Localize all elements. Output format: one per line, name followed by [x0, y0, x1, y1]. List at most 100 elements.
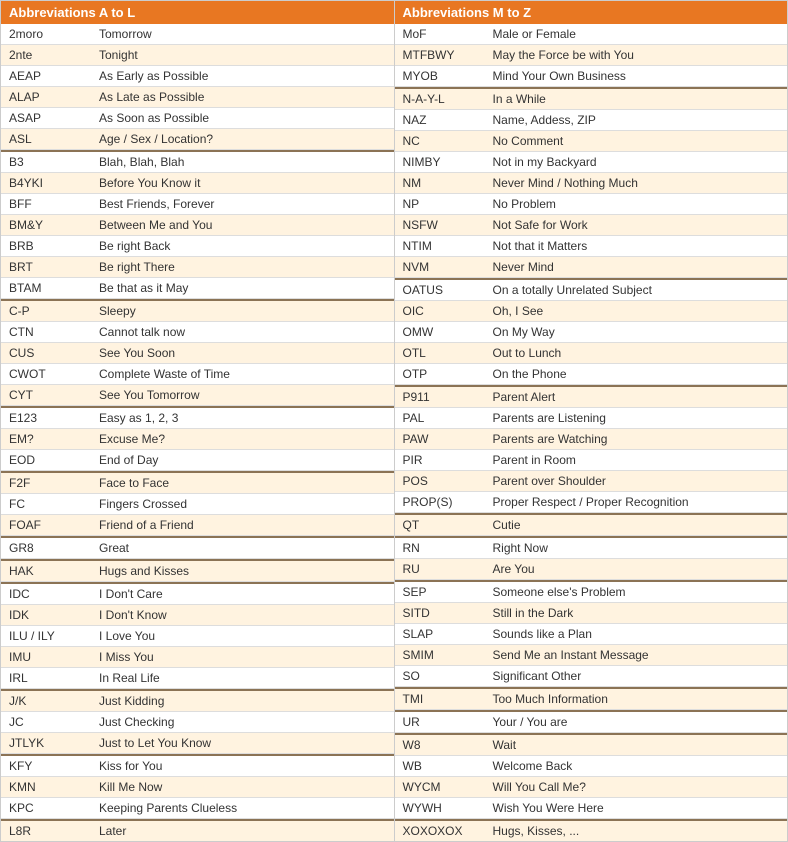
abbreviation-cell: HAK [1, 561, 91, 581]
meaning-cell: Best Friends, Forever [91, 194, 394, 214]
abbreviation-cell: BFF [1, 194, 91, 214]
meaning-cell: On My Way [485, 322, 788, 342]
table-row: IRLIn Real Life [1, 668, 394, 689]
meaning-cell: Never Mind / Nothing Much [485, 173, 788, 193]
meaning-cell: Will You Call Me? [485, 777, 788, 797]
meaning-cell: Cutie [485, 515, 788, 535]
abbreviation-cell: CTN [1, 322, 91, 342]
abbreviation-cell: E123 [1, 408, 91, 428]
abbreviation-cell: IRL [1, 668, 91, 688]
abbreviation-cell: MTFBWY [395, 45, 485, 65]
table-row: WYWHWish You Were Here [395, 798, 788, 819]
meaning-cell: Wait [485, 735, 788, 755]
meaning-cell: Not in my Backyard [485, 152, 788, 172]
meaning-cell: On the Phone [485, 364, 788, 384]
meaning-cell: Easy as 1, 2, 3 [91, 408, 394, 428]
meaning-cell: Never Mind [485, 257, 788, 277]
abbreviation-cell: BM&Y [1, 215, 91, 235]
meaning-cell: Age / Sex / Location? [91, 129, 394, 149]
meaning-cell: Your / You are [485, 712, 788, 732]
abbreviation-cell: OMW [395, 322, 485, 342]
meaning-cell: Before You Know it [91, 173, 394, 193]
meaning-cell: On a totally Unrelated Subject [485, 280, 788, 300]
meaning-cell: Between Me and You [91, 215, 394, 235]
abbreviation-cell: CYT [1, 385, 91, 405]
abbreviation-cell: SMIM [395, 645, 485, 665]
table-row: KFYKiss for You [1, 756, 394, 777]
abbreviation-cell: AEAP [1, 66, 91, 86]
table-row: HAKHugs and Kisses [1, 561, 394, 582]
abbreviation-cell: B4YKI [1, 173, 91, 193]
abbreviation-cell: SLAP [395, 624, 485, 644]
meaning-cell: Parent Alert [485, 387, 788, 407]
table-row: PAWParents are Watching [395, 429, 788, 450]
table-row: CWOTComplete Waste of Time [1, 364, 394, 385]
abbreviation-cell: BTAM [1, 278, 91, 298]
abbreviation-cell: J/K [1, 691, 91, 711]
table-row: F2FFace to Face [1, 473, 394, 494]
meaning-cell: Be that as it May [91, 278, 394, 298]
table-row: ASLAge / Sex / Location? [1, 129, 394, 150]
abbreviation-cell: PAW [395, 429, 485, 449]
table-row: BRTBe right There [1, 257, 394, 278]
table-row: POSParent over Shoulder [395, 471, 788, 492]
table-row: J/KJust Kidding [1, 691, 394, 712]
meaning-cell: As Late as Possible [91, 87, 394, 107]
abbreviation-cell: OTL [395, 343, 485, 363]
abbreviation-cell: KMN [1, 777, 91, 797]
table-row: XOXOXOXHugs, Kisses, ... [395, 821, 788, 841]
abbreviation-cell: OTP [395, 364, 485, 384]
table-row: L8RLater [1, 821, 394, 841]
meaning-cell: Just Checking [91, 712, 394, 732]
meaning-cell: Male or Female [485, 24, 788, 44]
meaning-cell: Be right Back [91, 236, 394, 256]
meaning-cell: Name, Addess, ZIP [485, 110, 788, 130]
table-row: 2nteTonight [1, 45, 394, 66]
table-row: MTFBWYMay the Force be with You [395, 45, 788, 66]
table-row: TMIToo Much Information [395, 689, 788, 710]
table-row: EM?Excuse Me? [1, 429, 394, 450]
abbreviation-cell: EM? [1, 429, 91, 449]
abbreviation-cell: ASAP [1, 108, 91, 128]
meaning-cell: I Don't Know [91, 605, 394, 625]
meaning-cell: Parents are Listening [485, 408, 788, 428]
abbreviation-cell: RN [395, 538, 485, 558]
meaning-cell: End of Day [91, 450, 394, 470]
meaning-cell: May the Force be with You [485, 45, 788, 65]
meaning-cell: Cannot talk now [91, 322, 394, 342]
table-row: NIMBYNot in my Backyard [395, 152, 788, 173]
table-row: ALAPAs Late as Possible [1, 87, 394, 108]
table-row: NTIMNot that it Matters [395, 236, 788, 257]
table-row: CYTSee You Tomorrow [1, 385, 394, 406]
meaning-cell: Wish You Were Here [485, 798, 788, 818]
meaning-cell: See You Soon [91, 343, 394, 363]
abbreviation-cell: P911 [395, 387, 485, 407]
meaning-cell: Sounds like a Plan [485, 624, 788, 644]
table-row: FOAFFriend of a Friend [1, 515, 394, 536]
table-row: JTLYKJust to Let You Know [1, 733, 394, 754]
meaning-cell: Are You [485, 559, 788, 579]
table-row: SLAPSounds like a Plan [395, 624, 788, 645]
meaning-cell: Complete Waste of Time [91, 364, 394, 384]
abbreviation-cell: JC [1, 712, 91, 732]
meaning-cell: I Love You [91, 626, 394, 646]
meaning-cell: Welcome Back [485, 756, 788, 776]
abbreviation-cell: 2nte [1, 45, 91, 65]
table-row: RUAre You [395, 559, 788, 580]
table-row: NMNever Mind / Nothing Much [395, 173, 788, 194]
abbreviation-cell: NVM [395, 257, 485, 277]
meaning-cell: No Comment [485, 131, 788, 151]
meaning-cell: Tonight [91, 45, 394, 65]
meaning-cell: Great [91, 538, 394, 558]
table-row: OTLOut to Lunch [395, 343, 788, 364]
main-container: Abbreviations A to L 2moroTomorrow2nteTo… [0, 0, 788, 842]
abbreviation-cell: CUS [1, 343, 91, 363]
table-row: QTCutie [395, 515, 788, 536]
table-row: NCNo Comment [395, 131, 788, 152]
meaning-cell: Parent in Room [485, 450, 788, 470]
meaning-cell: Mind Your Own Business [485, 66, 788, 86]
table-row: KPCKeeping Parents Clueless [1, 798, 394, 819]
table-row: BFFBest Friends, Forever [1, 194, 394, 215]
abbreviation-cell: UR [395, 712, 485, 732]
abbreviation-cell: WYCM [395, 777, 485, 797]
